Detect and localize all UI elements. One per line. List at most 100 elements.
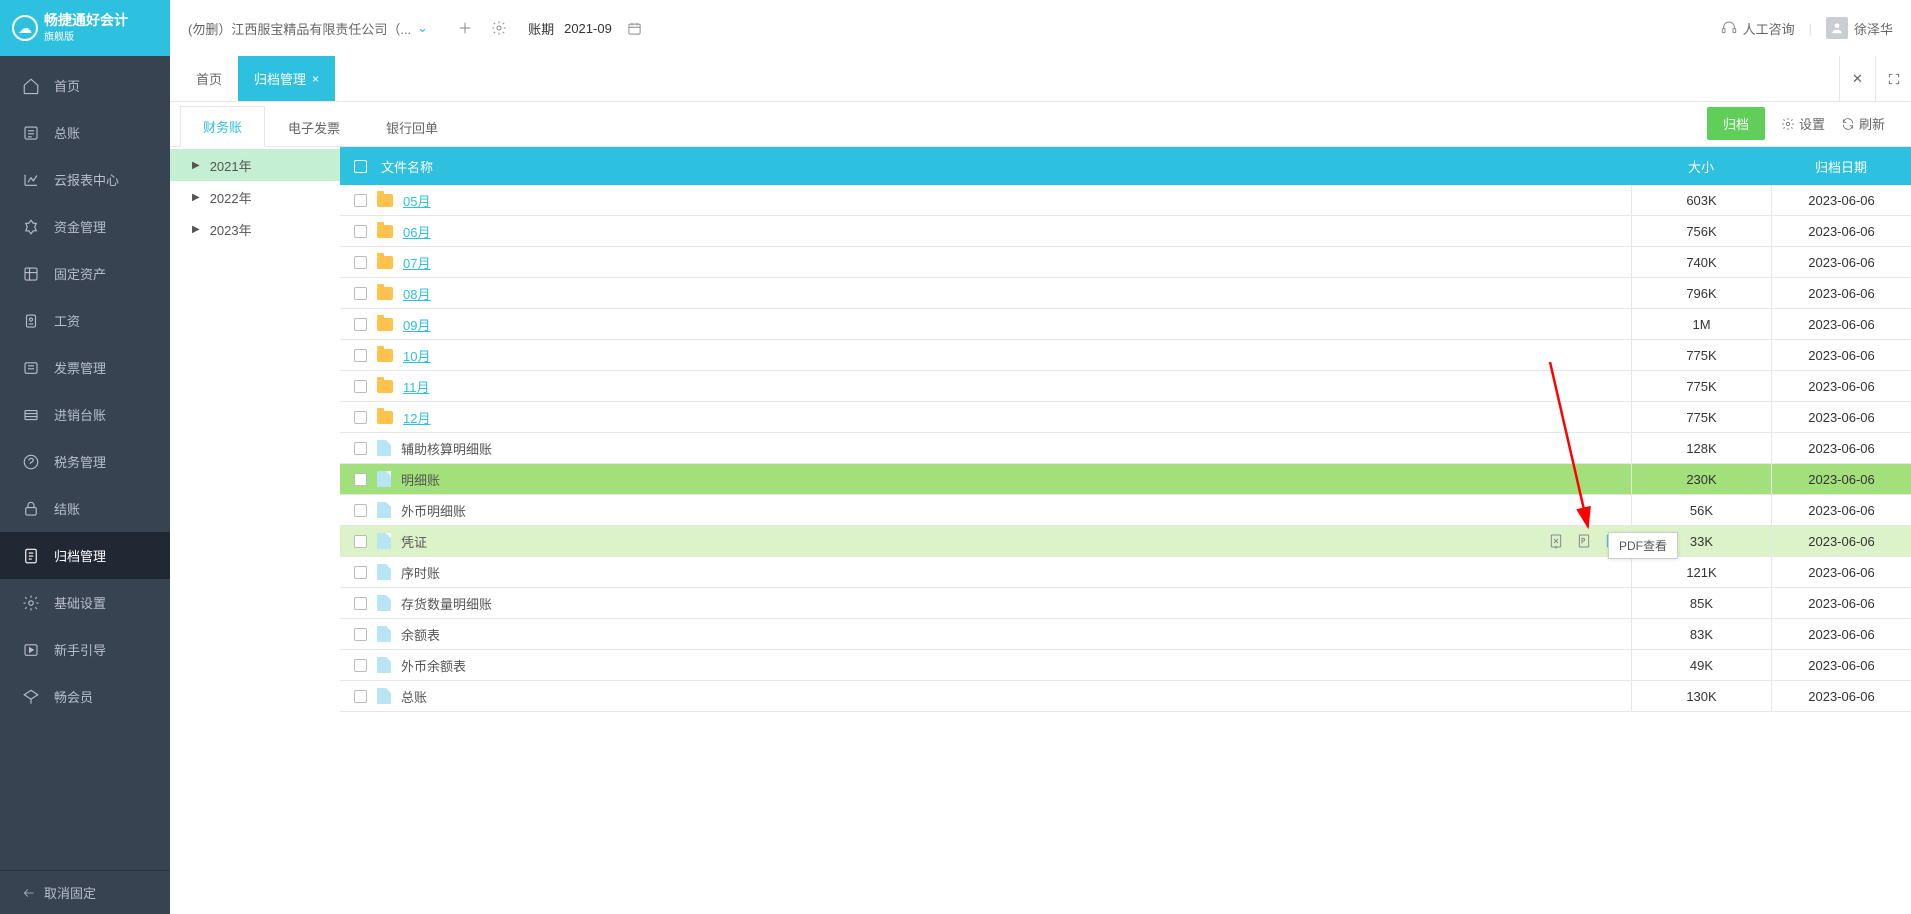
row-checkbox[interactable] xyxy=(354,411,367,424)
file-name[interactable]: 12月 xyxy=(403,408,430,427)
archive-date: 2023-06-06 xyxy=(1771,433,1911,463)
sub-tab-finance[interactable]: 财务账 xyxy=(180,106,265,147)
period-value[interactable]: 2021-09 xyxy=(564,21,612,36)
table-row[interactable]: 余额表83K2023-06-06 xyxy=(340,619,1911,650)
row-checkbox[interactable] xyxy=(354,380,367,393)
row-checkbox[interactable] xyxy=(354,535,367,548)
archive-date: 2023-06-06 xyxy=(1771,402,1911,432)
row-checkbox[interactable] xyxy=(354,566,367,579)
sidebar-unpin[interactable]: 取消固定 xyxy=(0,870,170,914)
sub-tab-einvoice[interactable]: 电子发票 xyxy=(265,107,363,147)
table-row[interactable]: 总账130K2023-06-06 xyxy=(340,681,1911,712)
year-item-2[interactable]: ▶2023年 xyxy=(170,213,340,245)
nav-icon xyxy=(22,265,40,283)
file-name[interactable]: 10月 xyxy=(403,346,430,365)
nav-item-10[interactable]: 归档管理 xyxy=(0,532,170,579)
year-item-1[interactable]: ▶2022年 xyxy=(170,181,340,213)
row-checkbox[interactable] xyxy=(354,597,367,610)
row-checkbox[interactable] xyxy=(354,256,367,269)
fullscreen-icon[interactable] xyxy=(1875,56,1911,101)
table-row[interactable]: 06月756K2023-06-06 xyxy=(340,216,1911,247)
refresh-button[interactable]: 刷新 xyxy=(1841,114,1885,133)
file-size: 128K xyxy=(1631,433,1771,463)
row-checkbox[interactable] xyxy=(354,349,367,362)
col-header-date: 归档日期 xyxy=(1771,157,1911,176)
row-checkbox[interactable] xyxy=(354,287,367,300)
nav-item-13[interactable]: 畅会员 xyxy=(0,673,170,720)
settings-button[interactable]: 设置 xyxy=(1781,114,1825,133)
support-link[interactable]: 人工咨询 xyxy=(1721,19,1795,38)
nav-item-9[interactable]: 结账 xyxy=(0,485,170,532)
row-checkbox[interactable] xyxy=(354,690,367,703)
row-checkbox[interactable] xyxy=(354,318,367,331)
table-row[interactable]: 09月1M2023-06-06 xyxy=(340,309,1911,340)
user-menu[interactable]: 徐泽华 xyxy=(1826,17,1893,39)
table-row[interactable]: 08月796K2023-06-06 xyxy=(340,278,1911,309)
page-tab-archive[interactable]: 归档管理 × xyxy=(238,56,335,101)
nav-item-7[interactable]: 进销台账 xyxy=(0,391,170,438)
archive-button[interactable]: 归档 xyxy=(1707,107,1765,140)
folder-icon xyxy=(377,380,393,393)
file-size: 775K xyxy=(1631,340,1771,370)
file-name[interactable]: 05月 xyxy=(403,191,430,210)
folder-icon xyxy=(377,225,393,238)
close-tab-icon[interactable]: × xyxy=(312,72,319,86)
file-name: 总账 xyxy=(401,687,427,706)
brand-logo[interactable]: ☁ 畅捷通好会计 旗舰版 xyxy=(0,0,170,56)
file-name[interactable]: 09月 xyxy=(403,315,430,334)
nav-icon xyxy=(22,594,40,612)
file-name[interactable]: 11月 xyxy=(403,377,430,396)
row-checkbox[interactable] xyxy=(354,659,367,672)
table-row[interactable]: 外币余额表49K2023-06-06 xyxy=(340,650,1911,681)
gear-icon[interactable] xyxy=(491,20,507,36)
nav-label: 税务管理 xyxy=(54,452,106,471)
row-checkbox[interactable] xyxy=(354,628,367,641)
nav-item-11[interactable]: 基础设置 xyxy=(0,579,170,626)
nav-item-5[interactable]: 工资 xyxy=(0,297,170,344)
row-checkbox[interactable] xyxy=(354,194,367,207)
company-selector[interactable]: (勿删）江西服宝精品有限责任公司（... ⌄ xyxy=(188,19,428,38)
table-row[interactable]: 辅助核算明细账128K2023-06-06 xyxy=(340,433,1911,464)
table-row[interactable]: 05月603K2023-06-06 xyxy=(340,185,1911,216)
file-name[interactable]: 06月 xyxy=(403,222,430,241)
table-row[interactable]: 明细账230K2023-06-06 xyxy=(340,464,1911,495)
row-checkbox[interactable] xyxy=(354,504,367,517)
avatar-icon xyxy=(1826,17,1848,39)
nav-item-6[interactable]: 发票管理 xyxy=(0,344,170,391)
nav-item-0[interactable]: 首页 xyxy=(0,62,170,109)
excel-download-icon[interactable] xyxy=(1547,532,1565,550)
file-name[interactable]: 08月 xyxy=(403,284,430,303)
sub-tab-bankreceipt[interactable]: 银行回单 xyxy=(363,107,461,147)
table-row[interactable]: 存货数量明细账85K2023-06-06 xyxy=(340,588,1911,619)
sidebar-nav: 首页总账云报表中心资金管理固定资产工资发票管理进销台账税务管理结账归档管理基础设… xyxy=(0,56,170,870)
calendar-icon[interactable] xyxy=(627,21,642,36)
nav-item-4[interactable]: 固定资产 xyxy=(0,250,170,297)
company-name: (勿删）江西服宝精品有限责任公司（... xyxy=(188,19,411,38)
row-checkbox[interactable] xyxy=(354,225,367,238)
select-all-checkbox[interactable] xyxy=(354,160,367,173)
table-row[interactable]: 12月775K2023-06-06 xyxy=(340,402,1911,433)
page-tabs: 首页 归档管理 × ✕ xyxy=(170,56,1911,102)
table-row[interactable]: 外币明细账56K2023-06-06 xyxy=(340,495,1911,526)
row-checkbox[interactable] xyxy=(354,442,367,455)
nav-item-8[interactable]: 税务管理 xyxy=(0,438,170,485)
table-row[interactable]: 10月775K2023-06-06 xyxy=(340,340,1911,371)
file-size: 85K xyxy=(1631,588,1771,618)
year-item-0[interactable]: ▶2021年 xyxy=(170,149,340,181)
nav-label: 发票管理 xyxy=(54,358,106,377)
table-row[interactable]: 序时账121K2023-06-06 xyxy=(340,557,1911,588)
nav-item-1[interactable]: 总账 xyxy=(0,109,170,156)
row-checkbox[interactable] xyxy=(354,473,367,486)
add-icon[interactable] xyxy=(457,20,473,36)
file-name: 存货数量明细账 xyxy=(401,594,492,613)
nav-item-2[interactable]: 云报表中心 xyxy=(0,156,170,203)
nav-item-3[interactable]: 资金管理 xyxy=(0,203,170,250)
file-name[interactable]: 07月 xyxy=(403,253,430,272)
pdf-download-icon[interactable] xyxy=(1575,532,1593,550)
close-all-icon[interactable]: ✕ xyxy=(1839,56,1875,101)
table-row[interactable]: 07月740K2023-06-06 xyxy=(340,247,1911,278)
file-icon xyxy=(377,471,391,487)
table-row[interactable]: 11月775K2023-06-06 xyxy=(340,371,1911,402)
page-tab-home[interactable]: 首页 xyxy=(180,56,238,101)
nav-item-12[interactable]: 新手引导 xyxy=(0,626,170,673)
